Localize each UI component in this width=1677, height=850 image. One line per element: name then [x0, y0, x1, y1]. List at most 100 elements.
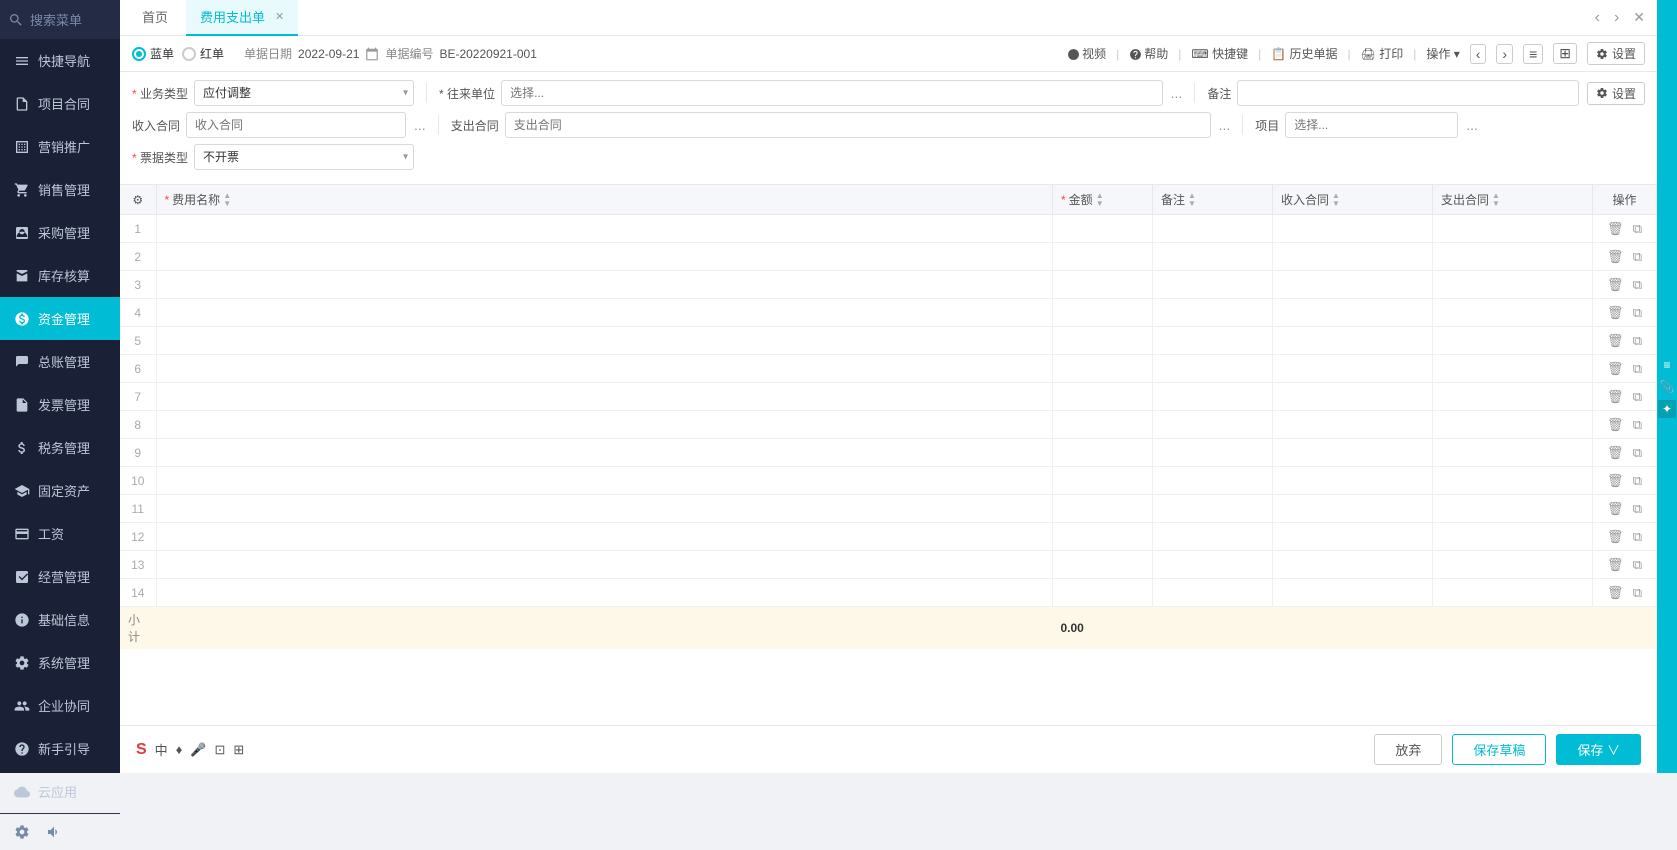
cell-remark[interactable] [1153, 215, 1273, 243]
sidebar-item-gongzi[interactable]: 工资 [0, 512, 120, 555]
sort-icon-expense[interactable]: ▲▼ [223, 192, 231, 208]
sidebar-item-fapiao[interactable]: 发票管理 [0, 383, 120, 426]
cell-income-contract[interactable] [1273, 299, 1433, 327]
project-input[interactable] [1285, 112, 1458, 138]
delete-row-btn[interactable]: 🗑 [1604, 444, 1627, 462]
sidebar-item-shuiwu[interactable]: 税务管理 [0, 426, 120, 469]
delete-row-btn[interactable]: 🗑 [1604, 472, 1627, 490]
cell-expense-contract[interactable] [1433, 383, 1593, 411]
sidebar-item-jichu[interactable]: 基础信息 [0, 598, 120, 641]
cell-amount[interactable] [1053, 243, 1153, 271]
cell-remark[interactable] [1153, 411, 1273, 439]
cell-income-contract[interactable] [1273, 327, 1433, 355]
cell-expense-name[interactable] [156, 523, 1053, 551]
save-button[interactable]: 保存 ∨ [1556, 734, 1641, 765]
brand-grid-icon[interactable]: ⊞ [233, 742, 244, 758]
cell-expense-contract[interactable] [1433, 467, 1593, 495]
cell-expense-contract[interactable] [1433, 579, 1593, 607]
cell-expense-contract[interactable] [1433, 439, 1593, 467]
cell-income-contract[interactable] [1273, 243, 1433, 271]
cell-amount[interactable] [1053, 271, 1153, 299]
cell-expense-name[interactable] [156, 355, 1053, 383]
cell-amount[interactable] [1053, 355, 1153, 383]
cell-income-contract[interactable] [1273, 579, 1433, 607]
cell-expense-name[interactable] [156, 271, 1053, 299]
sidebar-item-xiangmu[interactable]: 项目合同 [0, 82, 120, 125]
cell-amount[interactable] [1053, 383, 1153, 411]
brand-diamond-icon[interactable]: ♦ [176, 742, 183, 757]
sidebar-item-yun[interactable]: 云应用 [0, 770, 120, 813]
brand-zhong-icon[interactable]: 中 [155, 740, 168, 759]
cell-amount[interactable] [1053, 579, 1153, 607]
delete-row-btn[interactable]: 🗑 [1604, 360, 1627, 378]
cell-income-contract[interactable] [1273, 495, 1433, 523]
sidebar-item-kucun[interactable]: 库存核算 [0, 254, 120, 297]
side-accent-btn-1[interactable]: ≡ [1658, 356, 1676, 374]
action-history[interactable]: 📋 历史单据 [1271, 45, 1337, 62]
delete-row-btn[interactable]: 🗑 [1604, 528, 1627, 546]
cell-expense-contract[interactable] [1433, 327, 1593, 355]
tab-close-expense[interactable]: ✕ [275, 10, 284, 23]
sidebar-item-xitong[interactable]: 系统管理 [0, 641, 120, 684]
partner-input[interactable] [501, 80, 1163, 106]
close-window-btn[interactable]: ✕ [1629, 7, 1649, 28]
cell-amount[interactable] [1053, 327, 1153, 355]
cell-expense-name[interactable] [156, 243, 1053, 271]
cell-expense-contract[interactable] [1433, 299, 1593, 327]
cell-expense-name[interactable] [156, 495, 1053, 523]
sidebar-item-zhanghu[interactable]: 总账管理 [0, 340, 120, 383]
cell-remark[interactable] [1153, 243, 1273, 271]
delete-row-btn[interactable]: 🗑 [1604, 500, 1627, 518]
tab-next-btn[interactable]: › [1610, 7, 1623, 29]
copy-row-btn[interactable]: ⧉ [1630, 388, 1645, 406]
cell-amount[interactable] [1053, 411, 1153, 439]
cell-expense-contract[interactable] [1433, 215, 1593, 243]
cell-amount[interactable] [1053, 495, 1153, 523]
sidebar-item-yingxiao[interactable]: 营销推广 [0, 125, 120, 168]
expense-contract-dots[interactable]: ... [1219, 117, 1231, 133]
action-operate[interactable]: 操作 ▾ [1426, 45, 1459, 62]
delete-row-btn[interactable]: 🗑 [1604, 220, 1627, 238]
sort-icon-amount[interactable]: ▲▼ [1096, 192, 1104, 208]
sidebar-item-kuaijie[interactable]: 快捷导航 [0, 39, 120, 82]
cell-remark[interactable] [1153, 327, 1273, 355]
th-settings[interactable]: ⚙ [120, 185, 156, 215]
toolbar-nav-next[interactable]: › [1496, 44, 1513, 64]
cell-amount[interactable] [1053, 551, 1153, 579]
brand-square-icon[interactable]: ⊡ [215, 742, 226, 758]
cell-expense-contract[interactable] [1433, 523, 1593, 551]
cell-amount[interactable] [1053, 467, 1153, 495]
sidebar-item-qiye[interactable]: 企业协同 [0, 684, 120, 727]
settings-button[interactable]: 设置 [1587, 42, 1645, 65]
cell-expense-name[interactable] [156, 215, 1053, 243]
gear-icon[interactable] [14, 824, 30, 840]
cell-remark[interactable] [1153, 355, 1273, 383]
cell-income-contract[interactable] [1273, 411, 1433, 439]
remark-input[interactable] [1237, 80, 1579, 106]
delete-row-btn[interactable]: 🗑 [1604, 388, 1627, 406]
sort-icon-expense-contract[interactable]: ▲▼ [1492, 192, 1500, 208]
cell-income-contract[interactable] [1273, 467, 1433, 495]
calendar-icon[interactable] [365, 47, 379, 61]
cell-remark[interactable] [1153, 383, 1273, 411]
sort-icon-remark[interactable]: ▲▼ [1188, 192, 1196, 208]
cell-expense-contract[interactable] [1433, 243, 1593, 271]
speaker-icon[interactable] [46, 824, 62, 840]
copy-row-btn[interactable]: ⧉ [1630, 444, 1645, 462]
copy-row-btn[interactable]: ⧉ [1630, 248, 1645, 266]
cell-income-contract[interactable] [1273, 355, 1433, 383]
copy-row-btn[interactable]: ⧉ [1630, 584, 1645, 602]
toolbar-grid-view[interactable]: ⊞ [1553, 43, 1577, 64]
copy-row-btn[interactable]: ⧉ [1630, 332, 1645, 350]
cell-expense-contract[interactable] [1433, 495, 1593, 523]
delete-row-btn[interactable]: 🗑 [1604, 304, 1627, 322]
cell-expense-name[interactable] [156, 383, 1053, 411]
cell-remark[interactable] [1153, 579, 1273, 607]
cell-income-contract[interactable] [1273, 271, 1433, 299]
cell-amount[interactable] [1053, 439, 1153, 467]
cell-expense-name[interactable] [156, 467, 1053, 495]
cell-income-contract[interactable] [1273, 383, 1433, 411]
copy-row-btn[interactable]: ⧉ [1630, 276, 1645, 294]
side-accent-btn-2[interactable]: 📎 [1658, 378, 1676, 396]
cell-income-contract[interactable] [1273, 551, 1433, 579]
